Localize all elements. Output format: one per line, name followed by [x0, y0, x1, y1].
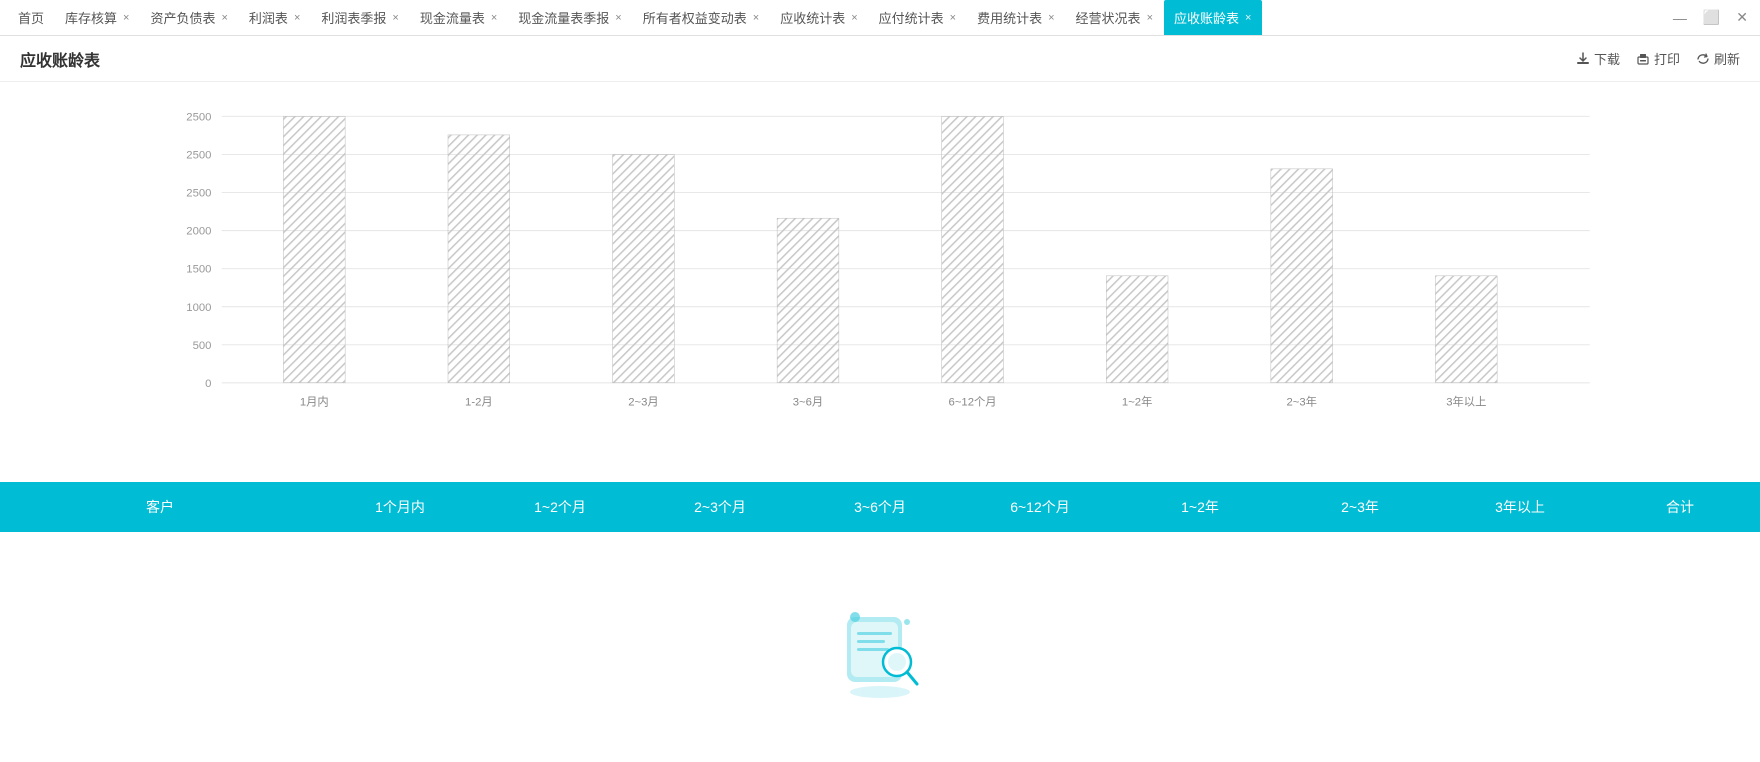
tab-balance-close[interactable]: ×	[221, 12, 227, 24]
chart-container: 2500 2500 2500 2000 1500 1000 500 0	[0, 82, 1760, 482]
tab-operations[interactable]: 经营状况表 ×	[1066, 0, 1164, 36]
refresh-icon	[1696, 52, 1710, 66]
tab-inventory[interactable]: 库存核算 ×	[55, 0, 140, 36]
svg-text:1-2月: 1-2月	[465, 396, 493, 408]
svg-text:1月内: 1月内	[300, 394, 329, 408]
maximize-button[interactable]: ⬜	[1699, 5, 1724, 30]
tab-expense-stat[interactable]: 费用统计表 ×	[967, 0, 1065, 36]
empty-icon	[825, 592, 935, 702]
tab-ar-aging[interactable]: 应收账龄表 ×	[1164, 0, 1262, 36]
tab-ar-aging-close[interactable]: ×	[1245, 12, 1251, 24]
svg-text:500: 500	[193, 340, 212, 352]
empty-state	[0, 532, 1760, 762]
tab-bar: 首页 库存核算 × 资产负债表 × 利润表 × 利润表季报 × 现金流量表 × …	[0, 0, 1760, 36]
tab-cashflow[interactable]: 现金流量表 ×	[410, 0, 508, 36]
download-icon	[1576, 52, 1590, 66]
download-label: 下载	[1594, 49, 1620, 68]
tab-cashflow-close[interactable]: ×	[491, 12, 497, 24]
tab-payable-stat-label: 应付统计表	[879, 8, 944, 27]
print-button[interactable]: 打印	[1636, 49, 1680, 68]
tab-cashflow-quarterly[interactable]: 现金流量表季报 ×	[508, 0, 632, 36]
tab-receivable-stat-close[interactable]: ×	[851, 12, 857, 24]
col-3-6month: 3~6个月	[800, 497, 960, 517]
tab-profit-close[interactable]: ×	[294, 12, 300, 24]
tab-balance[interactable]: 资产负债表 ×	[140, 0, 238, 36]
print-icon	[1636, 52, 1650, 66]
tab-expense-stat-label: 费用统计表	[977, 8, 1042, 27]
tab-ar-aging-label: 应收账龄表	[1174, 8, 1239, 27]
svg-text:0: 0	[205, 378, 211, 390]
svg-text:2500: 2500	[186, 150, 211, 162]
tab-equity-close[interactable]: ×	[753, 12, 759, 24]
col-1-2month: 1~2个月	[480, 497, 640, 517]
close-button[interactable]: ✕	[1732, 5, 1752, 30]
svg-text:2500: 2500	[186, 188, 211, 200]
tab-inventory-close[interactable]: ×	[123, 12, 129, 24]
col-6-12month: 6~12个月	[960, 497, 1120, 517]
svg-text:3年以上: 3年以上	[1446, 394, 1486, 408]
tab-operations-label: 经营状况表	[1076, 8, 1141, 27]
tab-inventory-label: 库存核算	[65, 8, 117, 27]
tab-operations-close[interactable]: ×	[1147, 12, 1153, 24]
tab-payable-stat-close[interactable]: ×	[950, 12, 956, 24]
svg-text:2000: 2000	[186, 226, 211, 238]
col-customer: 客户	[0, 497, 320, 517]
svg-text:3~6月: 3~6月	[793, 396, 823, 408]
tab-equity[interactable]: 所有者权益变动表 ×	[633, 0, 770, 36]
refresh-button[interactable]: 刷新	[1696, 49, 1740, 68]
col-1-2year: 1~2年	[1120, 497, 1280, 517]
tab-receivable-stat[interactable]: 应收统计表 ×	[770, 0, 868, 36]
col-1month: 1个月内	[320, 497, 480, 517]
tab-equity-label: 所有者权益变动表	[643, 8, 747, 27]
tab-receivable-stat-label: 应收统计表	[780, 8, 845, 27]
svg-text:2500: 2500	[186, 112, 211, 124]
download-button[interactable]: 下载	[1576, 49, 1620, 68]
print-label: 打印	[1654, 49, 1680, 68]
minimize-button[interactable]: —	[1669, 6, 1691, 30]
col-3plus-year: 3年以上	[1440, 497, 1600, 517]
page-header: 应收账龄表 下载 打印 刷新	[0, 36, 1760, 82]
page-title: 应收账龄表	[20, 47, 100, 71]
tab-payable-stat[interactable]: 应付统计表 ×	[869, 0, 967, 36]
svg-text:2~3月: 2~3月	[628, 396, 658, 408]
tab-profit-quarterly-close[interactable]: ×	[392, 12, 398, 24]
tab-cashflow-quarterly-close[interactable]: ×	[615, 12, 621, 24]
tab-profit-quarterly[interactable]: 利润表季报 ×	[311, 0, 409, 36]
tab-profit[interactable]: 利润表 ×	[239, 0, 311, 36]
window-actions: — ⬜ ✕	[1669, 5, 1752, 30]
svg-text:1~2年: 1~2年	[1122, 394, 1152, 408]
svg-text:6~12个月: 6~12个月	[949, 395, 997, 408]
refresh-label: 刷新	[1714, 49, 1740, 68]
tab-cashflow-label: 现金流量表	[420, 8, 485, 27]
page-actions: 下载 打印 刷新	[1576, 49, 1740, 68]
table-header: 客户 1个月内 1~2个月 2~3个月 3~6个月 6~12个月 1~2年 2~…	[0, 482, 1760, 532]
tab-cashflow-quarterly-label: 现金流量表季报	[518, 8, 609, 27]
bar-chart: 2500 2500 2500 2000 1500 1000 500 0	[20, 102, 1740, 462]
tab-home-label: 首页	[18, 8, 44, 27]
col-2-3month: 2~3个月	[640, 497, 800, 517]
svg-text:1500: 1500	[186, 264, 211, 276]
col-total: 合计	[1600, 497, 1760, 517]
tab-home[interactable]: 首页	[8, 0, 55, 36]
col-2-3year: 2~3年	[1280, 497, 1440, 517]
svg-text:2~3年: 2~3年	[1286, 394, 1316, 408]
tab-profit-label: 利润表	[249, 8, 288, 27]
tab-expense-stat-close[interactable]: ×	[1048, 12, 1054, 24]
tab-profit-quarterly-label: 利润表季报	[321, 8, 386, 27]
main-content: 2500 2500 2500 2000 1500 1000 500 0	[0, 82, 1760, 762]
tab-balance-label: 资产负债表	[150, 8, 215, 27]
svg-text:1000: 1000	[186, 302, 211, 314]
